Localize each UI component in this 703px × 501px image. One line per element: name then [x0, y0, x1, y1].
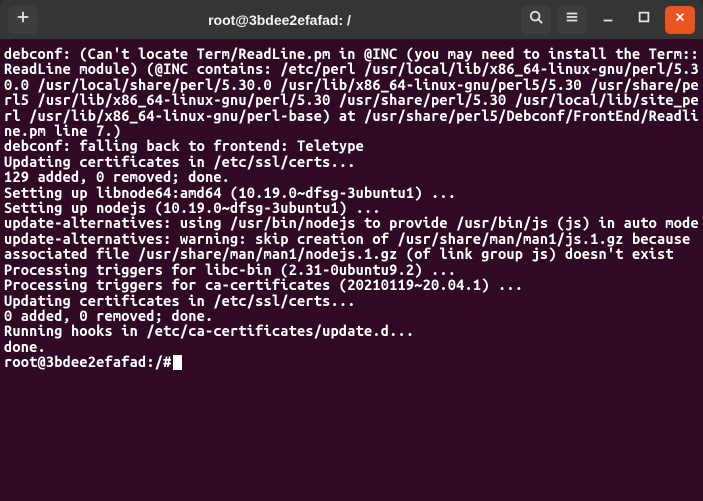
titlebar-left-group [8, 6, 38, 34]
terminal-window: root@3bdee2efafad: / [0, 0, 703, 501]
titlebar: root@3bdee2efafad: / [0, 0, 703, 40]
text-cursor [173, 355, 182, 370]
terminal-body[interactable]: debconf: (Can't locate Term/ReadLine.pm … [0, 40, 703, 501]
minimize-icon [601, 10, 615, 29]
search-icon [529, 10, 543, 29]
titlebar-right-group [521, 6, 695, 34]
terminal-output: debconf: (Can't locate Term/ReadLine.pm … [4, 45, 699, 355]
hamburger-icon [565, 10, 579, 29]
plus-icon [16, 10, 30, 29]
menu-button[interactable] [557, 6, 587, 34]
close-icon [673, 10, 687, 29]
shell-prompt: root@3bdee2efafad:/# [4, 353, 171, 370]
window-title: root@3bdee2efafad: / [44, 12, 515, 28]
prompt-line: root@3bdee2efafad:/# [4, 353, 182, 370]
new-tab-button[interactable] [8, 6, 38, 34]
maximize-icon [637, 10, 651, 29]
close-button[interactable] [665, 6, 695, 34]
maximize-button[interactable] [629, 6, 659, 34]
minimize-button[interactable] [593, 6, 623, 34]
search-button[interactable] [521, 6, 551, 34]
